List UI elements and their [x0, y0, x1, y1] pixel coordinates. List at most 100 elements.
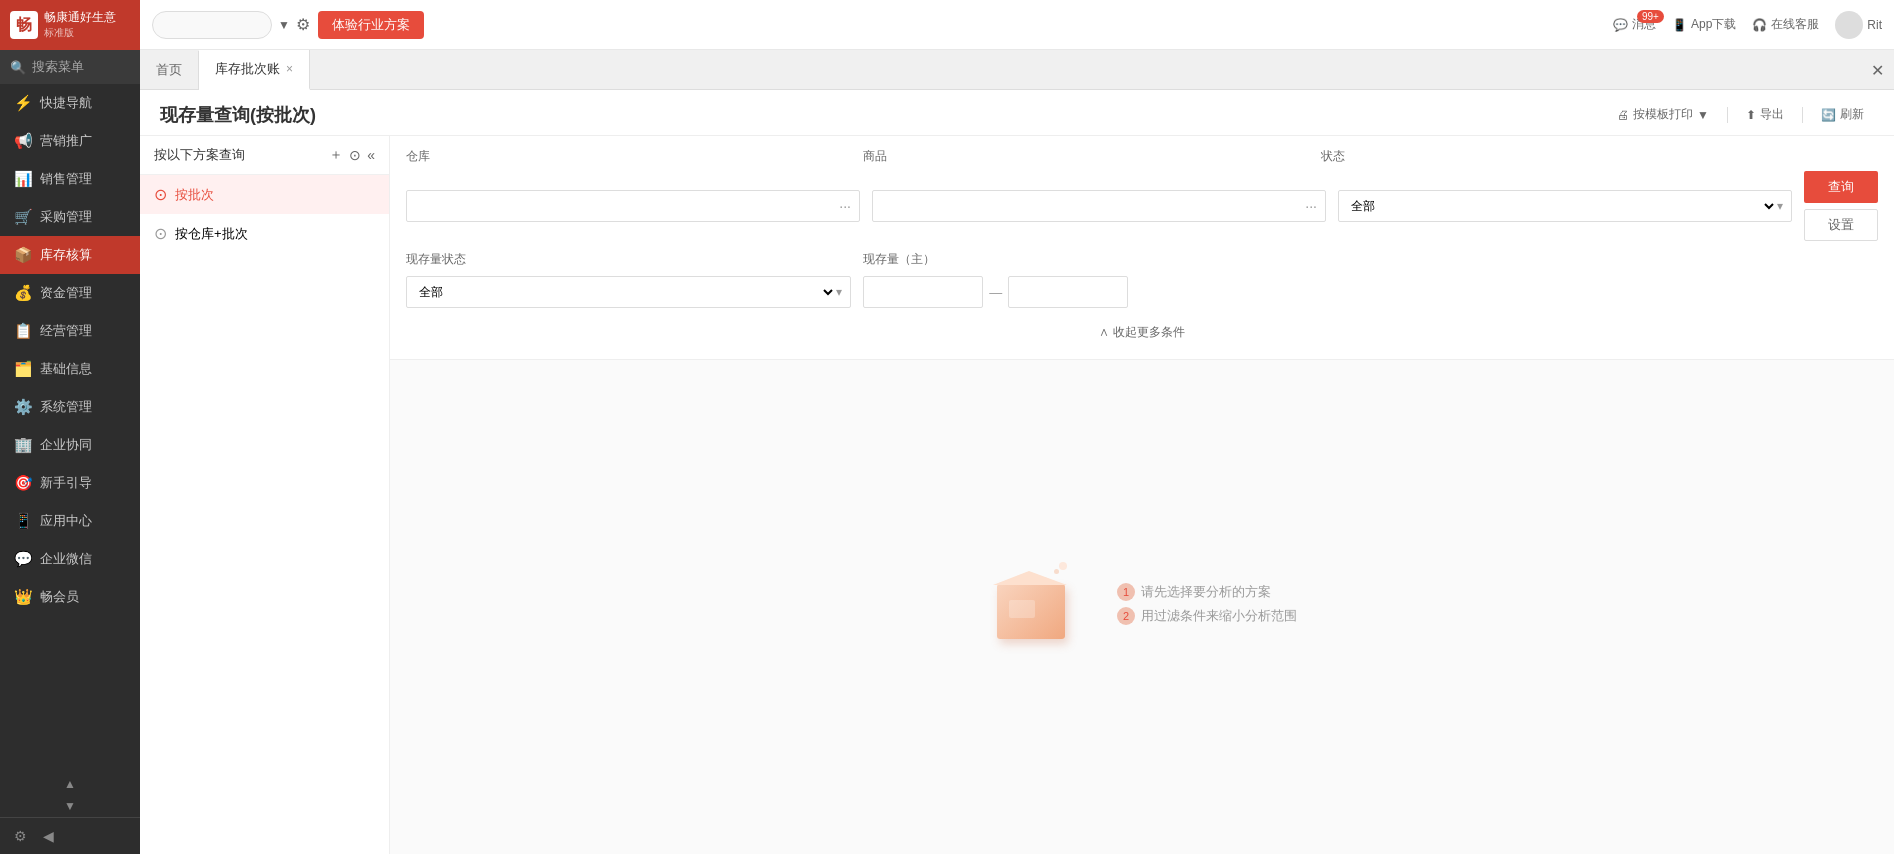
warehouse-input-row[interactable]: ···	[406, 190, 860, 222]
sidebar-item-finance[interactable]: 💰 资金管理	[0, 274, 140, 312]
sidebar-item-app-center[interactable]: 📱 应用中心	[0, 502, 140, 540]
scheme-item-by-warehouse-batch[interactable]: ⊙ 按仓库+批次	[140, 214, 389, 253]
footer-settings-icon[interactable]: ⚙	[14, 828, 27, 844]
print-btn[interactable]: 🖨 按模板打印 ▼	[1607, 102, 1719, 127]
footer-collapse-icon[interactable]: ◀	[43, 828, 54, 844]
divider1	[1727, 107, 1728, 123]
status-select[interactable]: 全部 正常 停用	[1347, 198, 1777, 214]
sidebar-item-operation[interactable]: 📋 经营管理	[0, 312, 140, 350]
phone-icon: 📱	[1672, 18, 1687, 32]
collapse-more-btn[interactable]: ∧ 收起更多条件	[406, 318, 1878, 347]
sidebar-item-sales[interactable]: 📊 销售管理	[0, 160, 140, 198]
product-input[interactable]	[881, 199, 1305, 213]
inventory-icon: 📦	[14, 246, 32, 264]
sidebar-item-inventory[interactable]: 📦 库存核算	[0, 236, 140, 274]
panel-close-btn[interactable]: ✕	[1871, 60, 1884, 79]
search-menu-label: 搜索菜单	[32, 58, 84, 76]
topbar-settings-btn[interactable]: ⚙	[296, 15, 310, 34]
topbar-dropdown-btn[interactable]: ▼	[278, 18, 290, 32]
status-label: 状态	[1321, 148, 1766, 165]
sidebar-scroll-down[interactable]: ▼	[0, 795, 140, 817]
export-btn[interactable]: ⬆ 导出	[1736, 102, 1794, 127]
sidebar-scroll-up[interactable]: ▲	[0, 773, 140, 795]
export-label: 导出	[1760, 106, 1784, 123]
inventory-qty-to[interactable]	[1008, 276, 1128, 308]
collapse-panel-btn[interactable]: «	[367, 146, 375, 164]
tab-close-btn[interactable]: ×	[286, 62, 293, 76]
online-service-btn[interactable]: 🎧 在线客服	[1752, 16, 1819, 33]
sidebar-item-label-finance: 资金管理	[40, 284, 92, 302]
add-scheme-btn[interactable]: ＋	[329, 146, 343, 164]
divider2	[1802, 107, 1803, 123]
app-download-btn[interactable]: 📱 App下载	[1672, 16, 1736, 33]
sidebar-nav: ⚡ 快捷导航📢 营销推广📊 销售管理🛒 采购管理📦 库存核算💰 资金管理📋 经营…	[0, 84, 140, 773]
username-label: Rit	[1867, 18, 1882, 32]
inventory-status-select[interactable]: 全部 有库存 无库存	[415, 284, 836, 300]
inventory-status-label: 现存量状态	[406, 251, 851, 268]
topbar-actions: 💬 消息 99+ 📱 App下载 🎧 在线客服 Rit	[1613, 11, 1882, 39]
sidebar-item-label-purchase: 采购管理	[40, 208, 92, 226]
inventory-status-field: 现存量状态 全部 有库存 无库存 ▾	[406, 251, 851, 308]
sidebar-item-label-operation: 经营管理	[40, 322, 92, 340]
scheme-settings-btn[interactable]: ⊙	[349, 146, 361, 164]
warehouse-input[interactable]	[415, 199, 839, 213]
online-service-label: 在线客服	[1771, 16, 1819, 33]
inventory-status-select-row[interactable]: 全部 有库存 无库存 ▾	[406, 276, 851, 308]
search-icon: 🔍	[10, 60, 26, 75]
sidebar-item-label-sales: 销售管理	[40, 170, 92, 188]
tab-inventory-batch[interactable]: 库存批次账 ×	[199, 50, 310, 90]
sidebar-item-newbie[interactable]: 🎯 新手引导	[0, 464, 140, 502]
sidebar-item-enterprise-wechat[interactable]: 💬 企业微信	[0, 540, 140, 578]
right-panel: 仓库 商品 状态 ···	[390, 136, 1894, 854]
scheme-query-label: 按以下方案查询	[154, 146, 245, 164]
inventory-qty-field: 现存量（主） —	[863, 251, 1308, 308]
hint-num-2: 2	[1117, 607, 1135, 625]
purchase-icon: 🛒	[14, 208, 32, 226]
sidebar-item-label-marketing: 营销推广	[40, 132, 92, 150]
system-icon: ⚙️	[14, 398, 32, 416]
sidebar-item-enterprise[interactable]: 🏢 企业协同	[0, 426, 140, 464]
sidebar-item-label-enterprise: 企业协同	[40, 436, 92, 454]
inventory-qty-from[interactable]	[863, 276, 983, 308]
experience-industry-btn[interactable]: 体验行业方案	[318, 11, 424, 39]
product-field: ···	[872, 190, 1326, 222]
message-btn[interactable]: 💬 消息 99+	[1613, 16, 1656, 33]
scheme-item-by-batch[interactable]: ⊙ 按批次	[140, 175, 389, 214]
app-download-label: App下载	[1691, 16, 1736, 33]
product-dots-icon[interactable]: ···	[1305, 198, 1317, 214]
sidebar-item-quick-nav[interactable]: ⚡ 快捷导航	[0, 84, 140, 122]
refresh-label: 刷新	[1840, 106, 1864, 123]
main-body: 按以下方案查询 ＋ ⊙ « ⊙ 按批次	[140, 136, 1894, 854]
sidebar-footer: ⚙ ◀	[0, 817, 140, 854]
sidebar-item-marketing[interactable]: 📢 营销推广	[0, 122, 140, 160]
tab-home[interactable]: 首页	[140, 51, 199, 89]
topbar-search-input[interactable]	[152, 11, 272, 39]
status-select-row[interactable]: 全部 正常 停用 ▾	[1338, 190, 1792, 222]
user-profile-btn[interactable]: Rit	[1835, 11, 1882, 39]
collapse-more-label: 收起更多条件	[1113, 325, 1185, 339]
enterprise-icon: 🏢	[14, 436, 32, 454]
sidebar-item-basic[interactable]: 🗂️ 基础信息	[0, 350, 140, 388]
warehouse-dots-icon[interactable]: ···	[839, 198, 851, 214]
sidebar-item-vip[interactable]: 👑 畅会员	[0, 578, 140, 616]
print-icon: 🖨	[1617, 108, 1629, 122]
hint-text-2: 用过滤条件来缩小分析范围	[1141, 607, 1297, 625]
search-menu[interactable]: 🔍 搜索菜单	[0, 50, 140, 84]
sidebar-item-label-vip: 畅会员	[40, 588, 79, 606]
basic-icon: 🗂️	[14, 360, 32, 378]
page-title: 现存量查询(按批次)	[160, 103, 316, 127]
query-btn[interactable]: 查询	[1804, 171, 1878, 203]
sidebar-item-system[interactable]: ⚙️ 系统管理	[0, 388, 140, 426]
main-area: ▼ ⚙ 体验行业方案 💬 消息 99+ 📱 App下载 🎧 在线客服 Rit	[140, 0, 1894, 854]
sidebar-item-purchase[interactable]: 🛒 采购管理	[0, 198, 140, 236]
tab-home-label: 首页	[156, 61, 182, 79]
sales-icon: 📊	[14, 170, 32, 188]
export-icon: ⬆	[1746, 108, 1756, 122]
refresh-btn[interactable]: 🔄 刷新	[1811, 102, 1874, 127]
page-header: 现存量查询(按批次) 🖨 按模板打印 ▼ ⬆ 导出 🔄 刷新	[140, 90, 1894, 136]
product-input-row[interactable]: ···	[872, 190, 1326, 222]
range-separator: —	[989, 285, 1002, 300]
hint-text-1: 请先选择要分析的方案	[1141, 583, 1271, 601]
sidebar-item-label-app-center: 应用中心	[40, 512, 92, 530]
settings-btn[interactable]: 设置	[1804, 209, 1878, 241]
